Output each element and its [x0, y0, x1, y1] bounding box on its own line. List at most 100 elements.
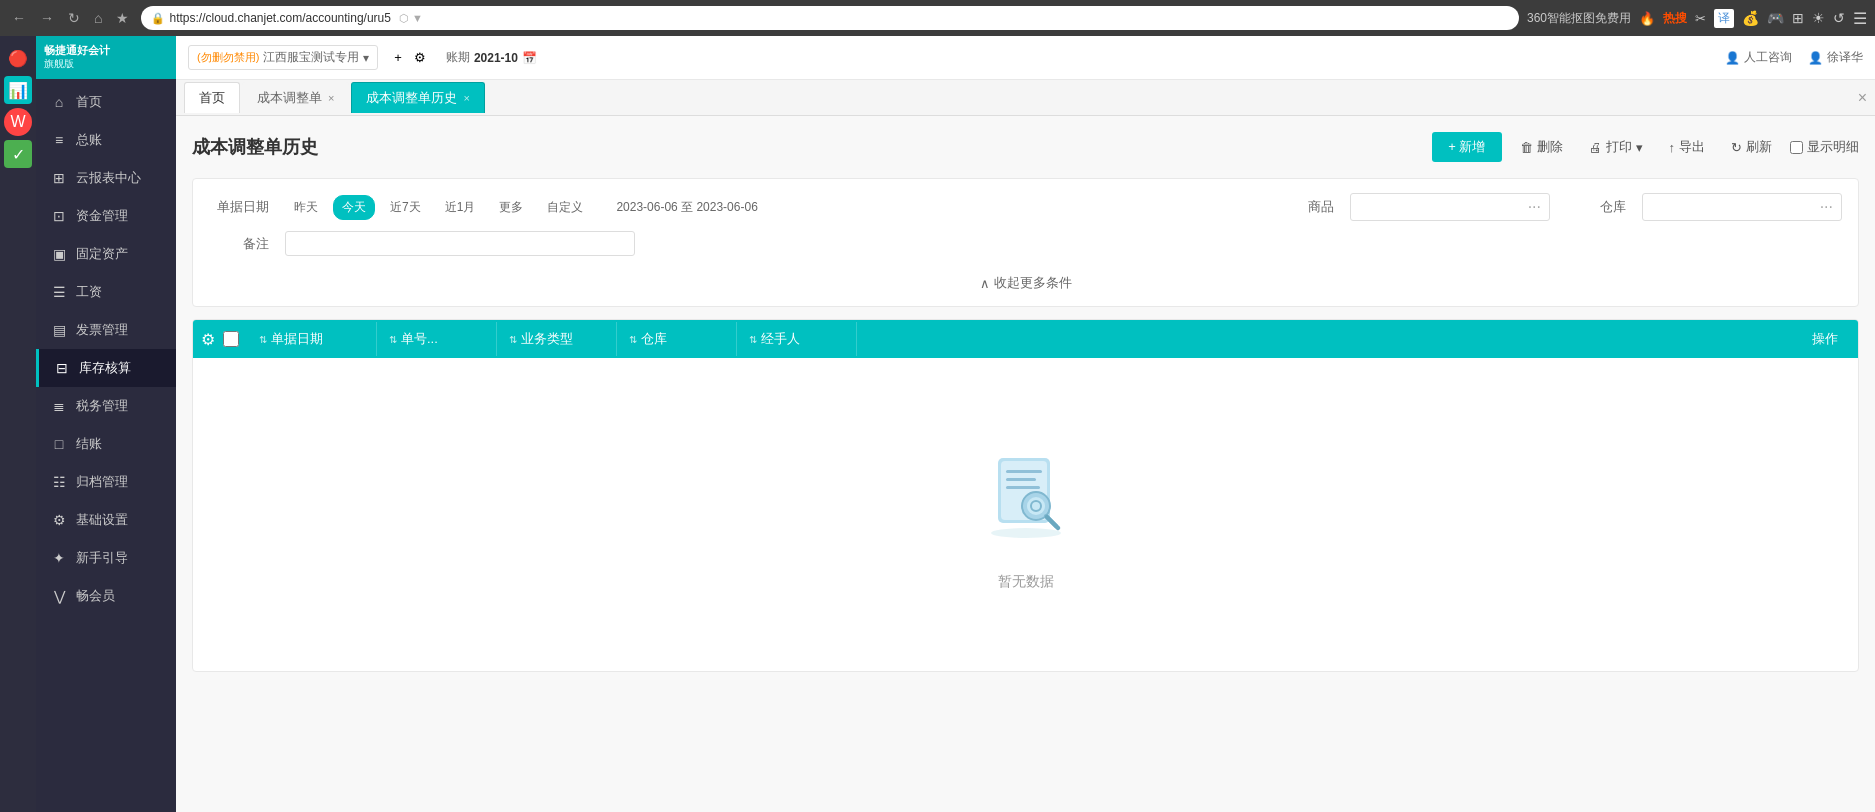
tab-cost-adjust-history-close[interactable]: ×: [463, 92, 469, 104]
refresh-button[interactable]: ↻: [64, 8, 84, 28]
sidebar-item-inventory[interactable]: ⊟库存核算: [36, 349, 176, 387]
goods-more-icon[interactable]: ···: [1528, 198, 1541, 216]
sidebar-item-guide[interactable]: ✦新手引导: [36, 539, 176, 577]
main-content: (勿删勿禁用) 江西服宝测试专用 ▾ + ⚙ 账期 2021-10 📅: [176, 36, 1875, 812]
home-button[interactable]: ⌂: [90, 8, 106, 28]
sidebar-item-invoices[interactable]: ▤发票管理: [36, 311, 176, 349]
th-handler[interactable]: ⇅ 经手人: [737, 322, 857, 356]
tab-cost-adjust[interactable]: 成本调整单 ×: [242, 82, 349, 113]
warehouse-filter-label: 仓库: [1566, 198, 1626, 216]
tab-cost-adjust-history-label: 成本调整单历史: [366, 89, 457, 107]
quick-btn-自定义[interactable]: 自定义: [538, 195, 592, 220]
nav-label-reports: 云报表中心: [76, 169, 141, 187]
filter-row-date: 单据日期 昨天今天近7天近1月更多自定义 2023-06-06 至 2023-0…: [209, 193, 1842, 221]
sidebar-logo[interactable]: 畅捷通好会计 旗舰版: [36, 36, 176, 79]
rail-icon-1[interactable]: 🔴: [4, 44, 32, 72]
print-label: 打印: [1606, 138, 1632, 156]
wallet-icon: 💰: [1742, 10, 1759, 26]
nav-icon-inventory: ⊟: [53, 360, 71, 376]
date-filter-label: 单据日期: [209, 198, 269, 216]
sidebar-item-funds[interactable]: ⊡资金管理: [36, 197, 176, 235]
page-header: 成本调整单历史 + 新增 🗑 删除 🖨 打印 ▾ ↑ 导出: [192, 132, 1859, 162]
service-btn[interactable]: 👤 人工咨询: [1725, 49, 1792, 66]
rail-icon-active[interactable]: 📊: [4, 76, 32, 104]
tab-cost-adjust-close[interactable]: ×: [328, 92, 334, 104]
quick-btn-近7天[interactable]: 近7天: [381, 195, 430, 220]
sort-icon-warehouse: ⇅: [629, 334, 637, 345]
period-value: 2021-10: [474, 51, 518, 65]
note-filter-label: 备注: [209, 235, 269, 253]
sidebar-item-settings[interactable]: ⚙基础设置: [36, 501, 176, 539]
sidebar-item-fixed-assets[interactable]: ▣固定资产: [36, 235, 176, 273]
sidebar-item-payroll[interactable]: ☰工资: [36, 273, 176, 311]
delete-btn[interactable]: 🗑 删除: [1512, 134, 1571, 160]
print-btn[interactable]: 🖨 打印 ▾: [1581, 134, 1651, 160]
th-number[interactable]: ⇅ 单号...: [377, 322, 497, 356]
back-button[interactable]: ←: [8, 8, 30, 28]
nav-label-ledger: 总账: [76, 131, 102, 149]
sidebar-item-ledger[interactable]: ≡总账: [36, 121, 176, 159]
goods-filter-select[interactable]: ···: [1350, 193, 1550, 221]
icon-rail: 🔴 📊 W ✓: [0, 36, 36, 812]
quick-btn-近1月[interactable]: 近1月: [436, 195, 485, 220]
sidebar: 畅捷通好会计 旗舰版 ⌂首页≡总账⊞云报表中心⊡资金管理▣固定资产☰工资▤发票管…: [36, 36, 176, 812]
browser-chrome: ← → ↻ ⌂ ★ 🔒 https://cloud.chanjet.com/ac…: [0, 0, 1875, 36]
nav-icon-archive: ☷: [50, 474, 68, 490]
table-columns-header: ⇅ 单据日期 ⇅ 单号... ⇅ 业务类型 ⇅: [247, 322, 1850, 356]
note-filter-input[interactable]: [285, 231, 635, 256]
date-range-display: 2023-06-06 至 2023-06-06: [616, 199, 757, 216]
show-cols-toggle[interactable]: 显示明细: [1790, 138, 1859, 156]
nav-label-closing: 结账: [76, 435, 102, 453]
svg-point-7: [1027, 497, 1045, 515]
rail-icon-social[interactable]: W: [4, 108, 32, 136]
th-actions-label: 操作: [1812, 330, 1838, 348]
warehouse-more-icon[interactable]: ···: [1820, 198, 1833, 216]
nav-label-payroll: 工资: [76, 283, 102, 301]
th-date[interactable]: ⇅ 单据日期: [247, 322, 377, 356]
refresh-btn[interactable]: ↻ 刷新: [1723, 134, 1780, 160]
sidebar-item-home[interactable]: ⌂首页: [36, 83, 176, 121]
table-settings-icon[interactable]: ⚙: [201, 330, 215, 349]
add-tab-btn[interactable]: +: [394, 50, 402, 65]
star-button[interactable]: ★: [112, 8, 133, 28]
collapse-btn[interactable]: ∧ 收起更多条件: [980, 274, 1072, 292]
nav-icon-tax: ≣: [50, 398, 68, 414]
th-type[interactable]: ⇅ 业务类型: [497, 322, 617, 356]
tab-home[interactable]: 首页: [184, 82, 240, 113]
sidebar-item-archive[interactable]: ☷归档管理: [36, 463, 176, 501]
table-select-all[interactable]: [223, 331, 239, 347]
sidebar-item-tax[interactable]: ≣ 税务管理: [36, 387, 176, 425]
delete-icon: 🗑: [1520, 140, 1533, 155]
company-selector[interactable]: (勿删勿禁用) 江西服宝测试专用 ▾: [188, 45, 378, 70]
forward-button[interactable]: →: [36, 8, 58, 28]
quick-btn-今天[interactable]: 今天: [333, 195, 375, 220]
goods-filter-label: 商品: [1274, 198, 1334, 216]
top-bar: (勿删勿禁用) 江西服宝测试专用 ▾ + ⚙ 账期 2021-10 📅: [176, 36, 1875, 80]
quick-btn-昨天[interactable]: 昨天: [285, 195, 327, 220]
browser-actions: 360智能抠图免费用 🔥 热搜 ✂ 译 💰 🎮 ⊞ ☀ ↺ ☰: [1527, 9, 1867, 28]
nav-label-member: 畅会员: [76, 587, 115, 605]
table-container: ⚙ ⇅ 单据日期 ⇅ 单号... ⇅ 业务类型: [192, 319, 1859, 672]
tab-cost-adjust-history[interactable]: 成本调整单历史 ×: [351, 82, 484, 113]
nav-icon-home: ⌂: [50, 94, 68, 110]
sidebar-item-closing[interactable]: □ 结账: [36, 425, 176, 463]
show-cols-checkbox[interactable]: [1790, 141, 1803, 154]
rail-icon-green[interactable]: ✓: [4, 140, 32, 168]
sidebar-item-reports[interactable]: ⊞云报表中心: [36, 159, 176, 197]
nav-label-fixed-assets: 固定资产: [76, 245, 128, 263]
service-icon: 👤: [1725, 51, 1740, 65]
settings-tab-btn[interactable]: ⚙: [414, 50, 426, 65]
warehouse-filter-select[interactable]: ···: [1642, 193, 1842, 221]
address-bar[interactable]: 🔒 https://cloud.chanjet.com/accounting/u…: [141, 6, 1519, 30]
quick-btn-更多[interactable]: 更多: [490, 195, 532, 220]
export-btn[interactable]: ↑ 导出: [1661, 134, 1714, 160]
nav-label-tax: 税务管理: [76, 397, 128, 415]
filter-area: 单据日期 昨天今天近7天近1月更多自定义 2023-06-06 至 2023-0…: [192, 178, 1859, 307]
close-main-btn[interactable]: ×: [1858, 89, 1867, 107]
th-warehouse[interactable]: ⇅ 仓库: [617, 322, 737, 356]
nav-icon-closing: □: [50, 436, 68, 452]
sidebar-item-member[interactable]: ⋁畅会员: [36, 577, 176, 615]
calendar-icon[interactable]: 📅: [522, 51, 537, 65]
user-info[interactable]: 👤 徐译华: [1808, 49, 1863, 66]
add-btn[interactable]: + 新增: [1432, 132, 1501, 162]
